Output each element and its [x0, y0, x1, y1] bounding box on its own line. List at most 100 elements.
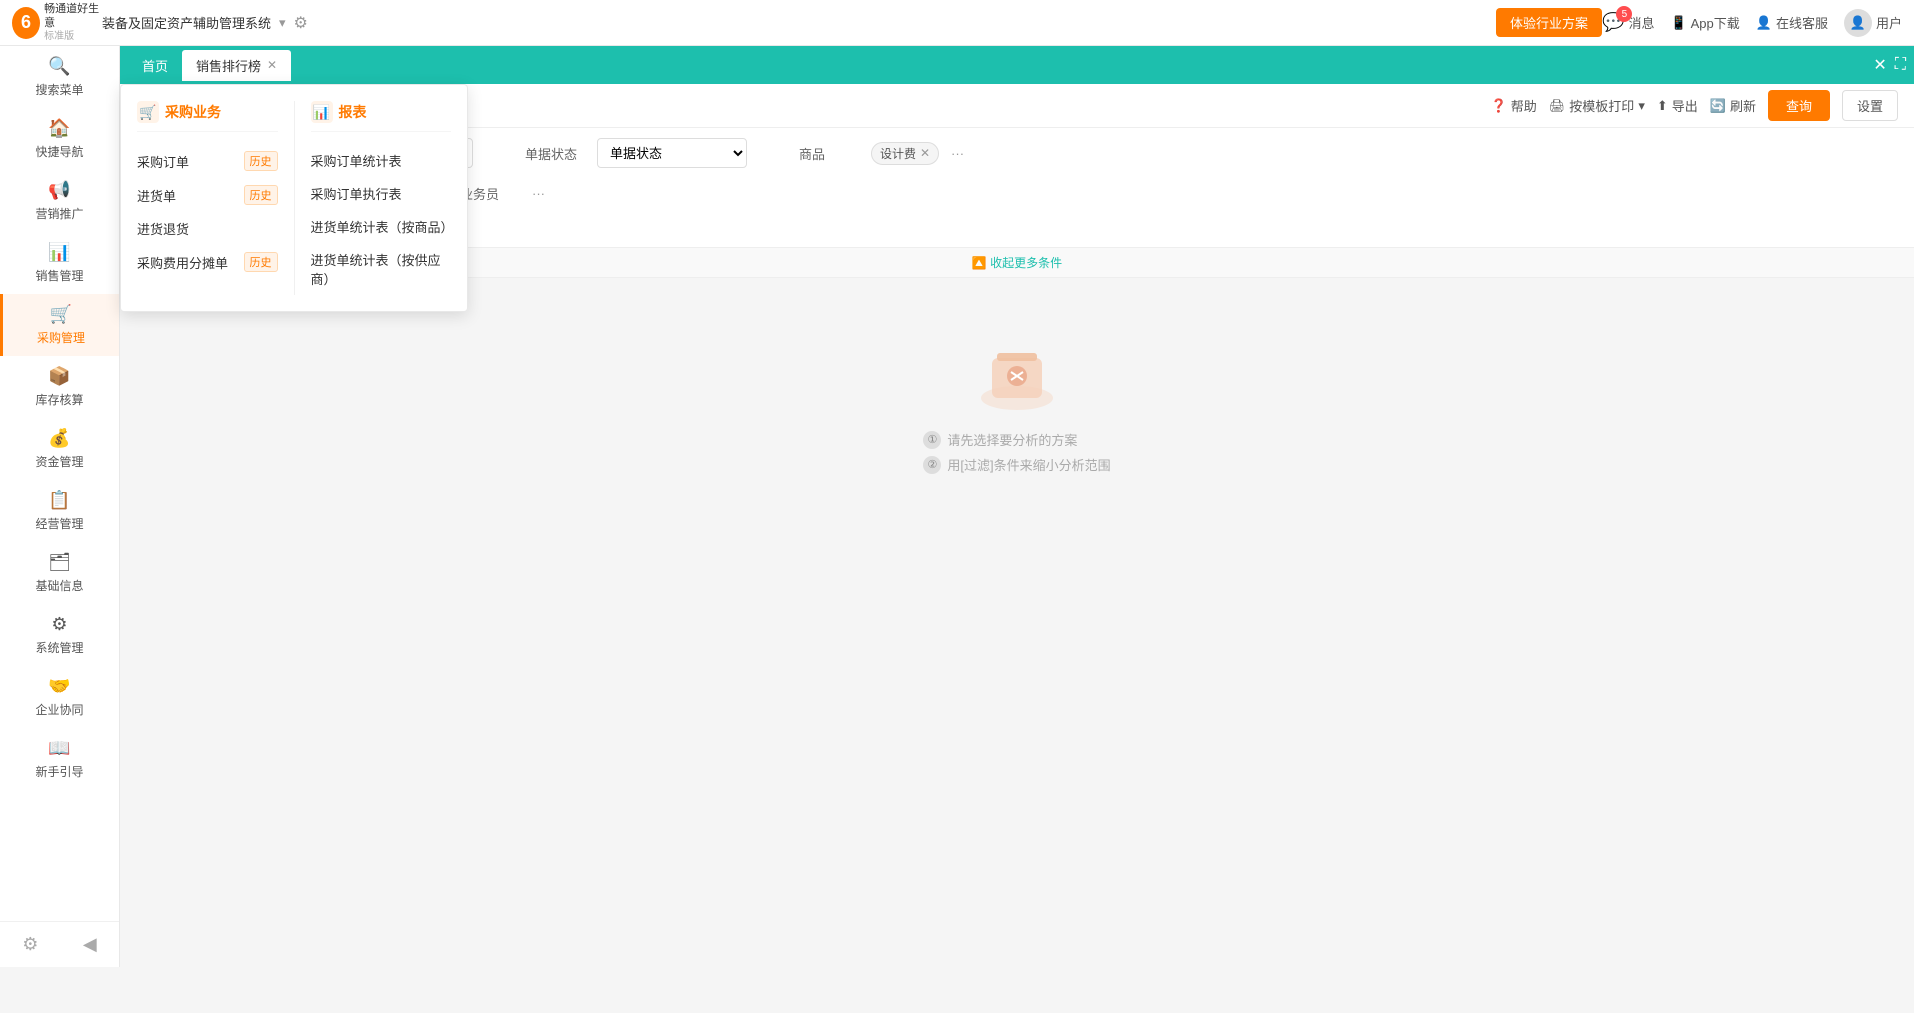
- system-dropdown-icon[interactable]: ▾: [279, 15, 286, 31]
- sidebar-item-system[interactable]: ⚙ 系统管理: [0, 604, 119, 666]
- sidebar-item-purchase[interactable]: 🛒 采购管理: [0, 294, 119, 356]
- online-service-item[interactable]: 👤 在线客服: [1756, 13, 1828, 32]
- export-button[interactable]: ⬆ 导出: [1657, 96, 1698, 115]
- collapse-sidebar-icon[interactable]: ◀: [83, 934, 97, 955]
- sidebar-item-finance[interactable]: 💰 资金管理: [0, 418, 119, 480]
- salesperson-more-btn[interactable]: ···: [532, 186, 545, 201]
- phone-icon: 📱: [1670, 15, 1686, 31]
- sidebar-item-operation[interactable]: 📋 经营管理: [0, 480, 119, 542]
- sidebar-item-operation-label: 经营管理: [35, 515, 83, 532]
- user-item[interactable]: 👤 用户: [1844, 9, 1902, 37]
- report-col-icon: 📊: [311, 101, 333, 123]
- dropdown-item-inbound[interactable]: 进货单 历史: [137, 178, 278, 212]
- chart-icon: 📊: [48, 242, 70, 263]
- folder-icon: 🗂: [48, 552, 71, 573]
- sidebar-bottom: ⚙ ◀: [0, 921, 119, 967]
- service-label: 在线客服: [1776, 13, 1828, 32]
- report-col-title-text: 报表: [339, 102, 367, 122]
- empty-state: ① 请先选择要分析的方案 ② 用[过滤]条件来缩小分析范围: [120, 278, 1914, 534]
- purchase-order-history: 历史: [244, 151, 278, 171]
- help-icon: ❓: [1491, 98, 1507, 114]
- empty-illustration: [967, 338, 1067, 418]
- purchase-col-title: 🛒 采购业务: [137, 101, 278, 132]
- empty-hint-2: ② 用[过滤]条件来缩小分析范围: [923, 455, 1110, 474]
- app-download-item[interactable]: 📱 App下载: [1670, 13, 1739, 32]
- refresh-button[interactable]: 🔄 刷新: [1710, 96, 1756, 115]
- dropdown-item-expense[interactable]: 采购费用分摊单 历史: [137, 245, 278, 279]
- inbound-label: 进货单: [137, 186, 176, 205]
- dropdown-item-report-4[interactable]: 进货单统计表（按供应商）: [311, 243, 452, 295]
- tab-window-close-icon[interactable]: ✕: [1873, 55, 1886, 75]
- empty-hint-1: ① 请先选择要分析的方案: [923, 430, 1077, 449]
- sidebar-item-marketing[interactable]: 📢 营销推广: [0, 170, 119, 232]
- dropdown-item-report-1[interactable]: 采购订单统计表: [311, 144, 452, 177]
- purchase-col-icon: 🛒: [137, 101, 159, 123]
- tab-home-label: 首页: [142, 56, 168, 75]
- collapse-label: 收起更多条件: [990, 256, 1062, 270]
- goods-more-btn[interactable]: ···: [951, 146, 964, 161]
- solution-button[interactable]: 体验行业方案: [1496, 8, 1602, 37]
- print-icon: 🖨: [1549, 98, 1566, 114]
- tabbar: 首页 销售排行榜 ✕ ✕ ⛶: [120, 46, 1914, 84]
- sidebar-item-stock[interactable]: 📦 库存核算: [0, 356, 119, 418]
- tab-home[interactable]: 首页: [128, 50, 182, 81]
- logo-icon: 6: [12, 7, 40, 39]
- report-col: 📊 报表 采购订单统计表 采购订单执行表 进货单统计表（按商品） 进货单统计表（…: [294, 101, 468, 295]
- megaphone-icon: 📢: [48, 180, 70, 201]
- sidebar-item-quick[interactable]: 🏠 快捷导航: [0, 108, 119, 170]
- purchase-col: 🛒 采购业务 采购订单 历史 进货单 历史 进货退货 采购费用分摊单 历史: [121, 101, 294, 295]
- expense-label: 采购费用分摊单: [137, 253, 228, 272]
- sidebar-item-guide-label: 新手引导: [35, 763, 83, 780]
- report-3-label: 进货单统计表（按商品）: [311, 217, 452, 236]
- topbar: 6 畅通道好生意 标准版 装备及固定资产辅助管理系统 ▾ ⚙ 体验行业方案 💬 …: [0, 0, 1914, 46]
- app-download-label: App下载: [1691, 13, 1740, 32]
- tab-expand-icon[interactable]: ⛶: [1895, 56, 1906, 74]
- system-title: 装备及固定资产辅助管理系统: [102, 13, 271, 32]
- dropdown-item-report-3[interactable]: 进货单统计表（按商品）: [311, 210, 452, 243]
- salesperson-label: 业务员: [460, 184, 520, 203]
- report-2-label: 采购订单执行表: [311, 184, 402, 203]
- tabbar-actions: ✕ ⛶: [1873, 55, 1906, 75]
- print-button[interactable]: 🖨 按模板打印 ▾: [1549, 96, 1645, 115]
- query-button[interactable]: 查询: [1768, 90, 1830, 121]
- tab-sales-rank[interactable]: 销售排行榜 ✕: [182, 50, 291, 81]
- purchase-order-label: 采购订单: [137, 152, 189, 171]
- sidebar-item-enterprise-label: 企业协同: [35, 701, 83, 718]
- sidebar-item-sales[interactable]: 📊 销售管理: [0, 232, 119, 294]
- export-label: 导出: [1672, 96, 1698, 115]
- tab-sales-rank-label: 销售排行榜: [196, 56, 261, 75]
- settings-bottom-icon[interactable]: ⚙: [22, 934, 38, 955]
- gear-icon: ⚙: [51, 614, 67, 635]
- hint-text-2: 用[过滤]条件来缩小分析范围: [947, 455, 1110, 474]
- status-select[interactable]: 单据状态: [597, 138, 747, 168]
- sidebar-item-purchase-label: 采购管理: [37, 329, 85, 346]
- goods-tag-text: 设计费: [880, 145, 916, 162]
- messages-item[interactable]: 💬 5 消息: [1602, 12, 1654, 33]
- home-icon: 🏠: [48, 118, 70, 139]
- goods-tag-close-icon[interactable]: ✕: [920, 146, 930, 160]
- box-icon: 📦: [48, 366, 70, 387]
- print-dropdown-icon: ▾: [1638, 98, 1645, 114]
- sidebar-item-search[interactable]: 🔍 搜索菜单: [0, 46, 119, 108]
- print-label: 按模板打印: [1569, 96, 1634, 115]
- settings-button[interactable]: 设置: [1842, 90, 1898, 121]
- goods-tag: 设计费 ✕: [871, 142, 939, 165]
- logo-text: 畅通道好生意 标准版: [44, 2, 102, 44]
- help-button[interactable]: ❓ 帮助: [1491, 96, 1537, 115]
- book-icon: 📖: [48, 738, 70, 759]
- expense-history: 历史: [244, 252, 278, 272]
- dropdown-item-report-2[interactable]: 采购订单执行表: [311, 177, 452, 210]
- purchase-col-title-text: 采购业务: [165, 102, 221, 122]
- system-settings-icon[interactable]: ⚙: [294, 13, 308, 33]
- user-label: 用户: [1876, 13, 1902, 32]
- dropdown-item-purchase-order[interactable]: 采购订单 历史: [137, 144, 278, 178]
- sidebar-item-search-label: 搜索菜单: [35, 81, 83, 98]
- report-1-label: 采购订单统计表: [311, 151, 402, 170]
- sidebar-item-enterprise[interactable]: 🤝 企业协同: [0, 666, 119, 728]
- goods-label: 商品: [799, 144, 859, 163]
- sidebar-item-guide[interactable]: 📖 新手引导: [0, 728, 119, 790]
- sidebar-item-base[interactable]: 🗂 基础信息: [0, 542, 119, 604]
- dropdown-item-return[interactable]: 进货退货: [137, 212, 278, 245]
- hint-num-2: ②: [923, 456, 941, 474]
- tab-close-icon[interactable]: ✕: [267, 58, 277, 72]
